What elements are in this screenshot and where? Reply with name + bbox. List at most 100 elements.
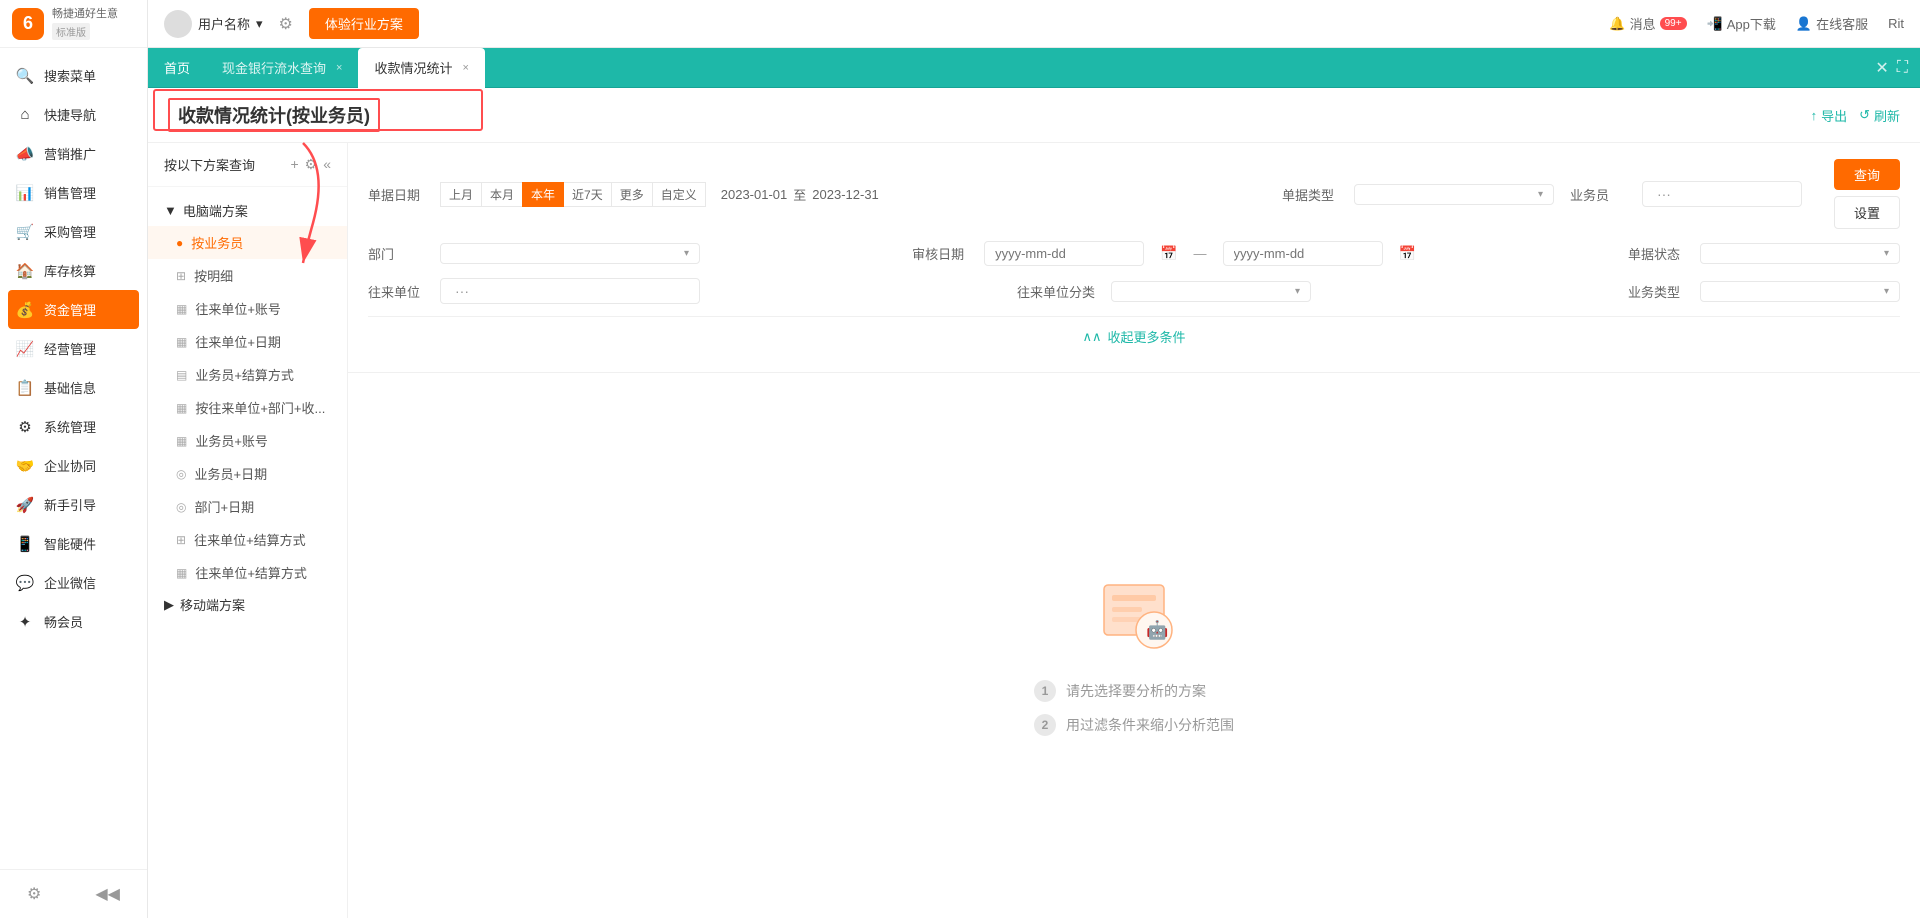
scheme-item-partner-date[interactable]: ▦ 往来单位+日期 — [148, 325, 347, 358]
online-service-action[interactable]: 👤 在线客服 — [1796, 14, 1868, 33]
review-end-calendar-icon[interactable]: 📅 — [1399, 245, 1416, 262]
sidebar-item-search[interactable]: 🔍 搜索菜单 — [0, 56, 147, 95]
scheme-item-partner-account[interactable]: ▦ 往来单位+账号 — [148, 292, 347, 325]
date-tab-last-month[interactable]: 上月 — [440, 182, 482, 207]
sidebar-item-marketing[interactable]: 📣 营销推广 — [0, 134, 147, 173]
doc-type-select[interactable]: ▾ — [1354, 184, 1554, 205]
bell-icon: 🔔 — [1609, 16, 1625, 32]
date-tabs: 上月 本月 本年 近7天 更多 自定义 — [440, 182, 705, 207]
topbar-gear-button[interactable]: ⚙ — [275, 10, 297, 38]
sidebar-item-corp[interactable]: 🤝 企业协同 — [0, 446, 147, 485]
tab-expand-icon[interactable]: ⛶ — [1897, 59, 1908, 77]
scheme-settings-button[interactable]: ⚙ — [305, 156, 318, 173]
staff-settle-icon: ▤ — [176, 368, 187, 382]
purchase-icon: 🛒 — [16, 223, 34, 241]
group-mobile-arrow: ▶ — [164, 597, 174, 613]
staff-dots[interactable]: ··· — [1657, 186, 1671, 202]
add-scheme-button[interactable]: + — [290, 156, 298, 173]
export-button[interactable]: ↑ 导出 — [1811, 106, 1848, 125]
sidebar-item-inventory[interactable]: 🏠 库存核算 — [0, 251, 147, 290]
date-tab-7days[interactable]: 近7天 — [563, 182, 612, 207]
scheme-item-partner-settle2[interactable]: ▦ 往来单位+结算方式 — [148, 556, 347, 589]
sidebar-item-purchase[interactable]: 🛒 采购管理 — [0, 212, 147, 251]
biz-type-label: 业务类型 — [1628, 282, 1684, 301]
biz-type-select[interactable]: ▾ — [1700, 281, 1900, 302]
app-logo-icon: 6 — [12, 8, 44, 40]
group-desktop[interactable]: ▼ 电脑端方案 — [148, 195, 347, 226]
doc-status-select[interactable]: ▾ — [1700, 243, 1900, 264]
tabbar: 首页 现金银行流水查询 × 收款情况统计 × ✕ ⛶ — [148, 48, 1920, 88]
scheme-item-staff-account-label: 业务员+账号 — [195, 431, 268, 450]
app-download-action[interactable]: 📲 App下载 — [1707, 14, 1776, 33]
sidebar-item-hardware[interactable]: 📱 智能硬件 — [0, 524, 147, 563]
messages-action[interactable]: 🔔 消息 99+ — [1609, 14, 1686, 33]
tab-receipts-close[interactable]: × — [462, 62, 468, 74]
sidebar-item-finance[interactable]: 💰 资金管理 — [8, 290, 139, 329]
partner-select[interactable]: ··· — [440, 278, 700, 304]
partner-category-select[interactable]: ▾ — [1111, 281, 1311, 302]
scheme-item-by-staff[interactable]: ● 按业务员 — [148, 226, 347, 259]
user-name-label: 用户名称 — [198, 14, 250, 33]
tab-bank-flow[interactable]: 现金银行流水查询 × — [206, 48, 358, 88]
filter-settings-button[interactable]: 设置 — [1834, 196, 1900, 229]
tab-receipts[interactable]: 收款情况统计 × — [358, 48, 484, 88]
empty-state: 🤖 1 请先选择要分析的方案 2 用过滤条件来缩小分析范围 — [348, 373, 1920, 918]
sales-icon: 📊 — [16, 184, 34, 202]
user-dropdown-icon[interactable]: ▾ — [256, 16, 263, 32]
collapse-panel-button[interactable]: « — [323, 156, 331, 173]
collapse-label: 收起更多条件 — [1108, 327, 1186, 346]
scheme-item-partner-dept[interactable]: ▦ 按往来单位+部门+收... — [148, 391, 347, 424]
sidebar-item-purchase-label: 采购管理 — [44, 222, 96, 241]
collapse-filter-bar[interactable]: ∧∧ 收起更多条件 — [368, 316, 1900, 356]
partner-dots[interactable]: ··· — [455, 283, 469, 299]
scheme-item-staff-date[interactable]: ◎ 业务员+日期 — [148, 457, 347, 490]
date-tab-this-month[interactable]: 本月 — [481, 182, 523, 207]
filter-row-3: 往来单位 ··· 往来单位分类 ▾ 业务类型 ▾ — [368, 278, 1900, 304]
scheme-item-detail-label: 按明细 — [194, 266, 233, 285]
review-start-calendar-icon[interactable]: 📅 — [1160, 245, 1177, 262]
scheme-item-staff-date-label: 业务员+日期 — [194, 464, 267, 483]
step-1-text: 请先选择要分析的方案 — [1066, 681, 1206, 701]
sidebar-item-sales[interactable]: 📊 销售管理 — [0, 173, 147, 212]
sidebar-item-quicknav[interactable]: ⌂ 快捷导航 — [0, 95, 147, 134]
scheme-item-by-staff-label: 按业务员 — [191, 233, 243, 252]
date-tab-custom[interactable]: 自定义 — [652, 182, 706, 207]
date-tab-this-year[interactable]: 本年 — [522, 182, 564, 207]
review-end-input[interactable] — [1223, 241, 1383, 266]
review-start-input[interactable] — [984, 241, 1144, 266]
date-tab-more[interactable]: 更多 — [611, 182, 653, 207]
scheme-item-partner-date-label: 往来单位+日期 — [195, 332, 281, 351]
dept-select[interactable]: ▾ — [440, 243, 700, 264]
inventory-icon: 🏠 — [16, 262, 34, 280]
tab-bank-flow-close[interactable]: × — [336, 62, 342, 74]
sidebar-item-operations[interactable]: 📈 经营管理 — [0, 329, 147, 368]
online-service-label: 在线客服 — [1816, 14, 1868, 33]
scheme-item-staff-settle[interactable]: ▤ 业务员+结算方式 — [148, 358, 347, 391]
sidebar-item-guide[interactable]: 🚀 新手引导 — [0, 485, 147, 524]
sidebar-item-quicknav-label: 快捷导航 — [44, 105, 96, 124]
tab-home[interactable]: 首页 — [148, 48, 206, 88]
tab-close-all-icon[interactable]: ✕ — [1875, 58, 1888, 78]
sidebar-item-wechat[interactable]: 💬 企业微信 — [0, 563, 147, 602]
trial-industry-button[interactable]: 体验行业方案 — [309, 8, 419, 39]
query-button[interactable]: 查询 — [1834, 159, 1900, 190]
sidebar-item-base[interactable]: 📋 基础信息 — [0, 368, 147, 407]
scheme-item-partner-settle1[interactable]: ⊞ 往来单位+结算方式 — [148, 523, 347, 556]
scheme-item-staff-account[interactable]: ▦ 业务员+账号 — [148, 424, 347, 457]
group-mobile[interactable]: ▶ 移动端方案 — [148, 589, 347, 620]
refresh-button[interactable]: ↺ 刷新 — [1859, 106, 1900, 125]
empty-step-2: 2 用过滤条件来缩小分析范围 — [1034, 714, 1234, 736]
user-account-action[interactable]: Rit — [1888, 16, 1904, 31]
staff-select[interactable]: ··· — [1642, 181, 1802, 207]
collapse-sidebar-icon[interactable]: ◀◀ — [89, 878, 126, 910]
scheme-item-detail[interactable]: ⊞ 按明细 — [148, 259, 347, 292]
topbar-right: 🔔 消息 99+ 📲 App下载 👤 在线客服 Rit — [1609, 14, 1904, 33]
step-1-num: 1 — [1034, 680, 1056, 702]
settings-bottom-icon[interactable]: ⚙ — [21, 878, 47, 910]
staff-scheme-icon: ● — [176, 236, 183, 250]
scheme-item-dept-date[interactable]: ◎ 部门+日期 — [148, 490, 347, 523]
sidebar-item-system[interactable]: ⚙ 系统管理 — [0, 407, 147, 446]
empty-step-1: 1 请先选择要分析的方案 — [1034, 680, 1234, 702]
sidebar-item-vip[interactable]: ✦ 畅会员 — [0, 602, 147, 641]
staff-filter-label: 业务员 — [1570, 185, 1626, 204]
